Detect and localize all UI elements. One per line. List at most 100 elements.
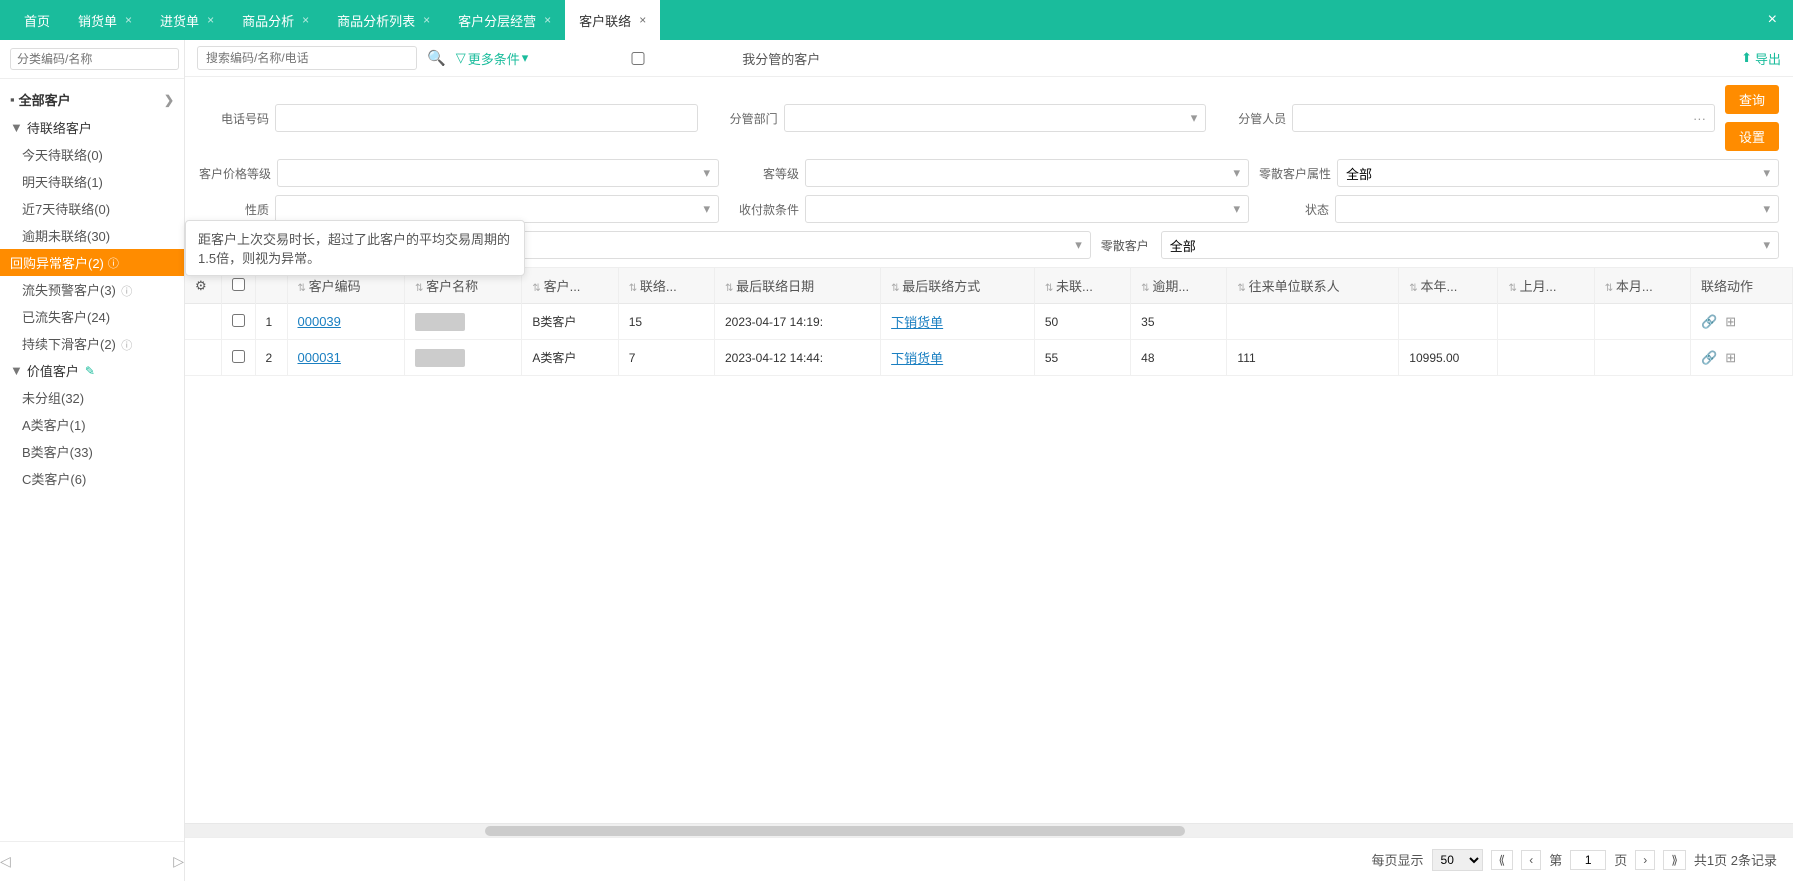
filter-icon: ▽ xyxy=(456,50,466,66)
more-action-icon-1[interactable]: ⊞ xyxy=(1725,314,1736,330)
nav-product-analysis[interactable]: 商品分析 × xyxy=(228,0,323,40)
page-prev-button[interactable]: ‹ xyxy=(1521,850,1541,870)
page-last-button[interactable]: ⟫ xyxy=(1663,850,1686,870)
person-select-arrow: ··· xyxy=(1693,111,1706,126)
sidebar-scroll-left[interactable]: ◁ xyxy=(0,853,11,870)
cell-checkbox-1[interactable] xyxy=(221,304,255,340)
sidebar-waiting-contact[interactable]: ▼ 待联络客户 xyxy=(0,114,184,141)
contact-icon-1[interactable]: 🔗 xyxy=(1701,314,1717,330)
sidebar-value-a[interactable]: A类客户(1) xyxy=(0,411,184,438)
cell-overdue-1: 35 xyxy=(1131,304,1227,340)
col-this-year[interactable]: ⇅ 本年... xyxy=(1399,268,1498,304)
sidebar-lost-warning[interactable]: 流失预警客户(3) ⓘ xyxy=(0,276,184,303)
row-checkbox-2[interactable] xyxy=(232,350,245,363)
col-last-month[interactable]: ⇅ 上月... xyxy=(1498,268,1594,304)
retail-customer-select[interactable]: 全部 ▾ xyxy=(1161,231,1779,259)
query-button[interactable]: 查询 xyxy=(1725,85,1779,114)
sidebar-all-customers[interactable]: ▪ 全部客户 ❯ xyxy=(0,85,184,114)
nav-sales-order-close[interactable]: × xyxy=(125,13,132,27)
retail-attr-arrow: ▾ xyxy=(1763,165,1770,181)
sidebar-repeat-purchase[interactable]: 回购异常客户(2) ⓘ xyxy=(0,249,184,276)
col-contact-person[interactable]: ⇅ 往来单位联系人 xyxy=(1227,268,1399,304)
col-this-month[interactable]: ⇅ 本月... xyxy=(1594,268,1690,304)
page-next-button[interactable]: › xyxy=(1635,850,1655,870)
page-first-button[interactable]: ⟪ xyxy=(1491,850,1514,870)
customer-type-select[interactable]: ▾ xyxy=(488,231,1090,259)
nav-home[interactable]: 首页 xyxy=(10,0,64,40)
col-contact-count[interactable]: ⇅ 联络... xyxy=(618,268,714,304)
filter-row-3: 性质 ▾ 收付款条件 ▾ 状态 ▾ xyxy=(199,195,1779,223)
person-select[interactable]: ··· xyxy=(1292,104,1715,132)
search-button[interactable]: 🔍 xyxy=(427,49,446,67)
payment-label: 收付款条件 xyxy=(729,201,799,218)
filter-cell-price-level: 客户价格等级 ▾ xyxy=(199,159,719,187)
nav-customer-contact[interactable]: 客户联络 × xyxy=(565,0,660,40)
nav-sales-order[interactable]: 销货单 × xyxy=(64,0,146,40)
nav-purchase-order-close[interactable]: × xyxy=(207,13,214,27)
my-customers-filter[interactable]: 我分管的客户 xyxy=(538,49,820,68)
settings-button[interactable]: 设置 xyxy=(1725,122,1779,151)
export-button[interactable]: ⬆ 导出 xyxy=(1741,49,1781,68)
nav-customer-contact-close[interactable]: × xyxy=(639,13,646,27)
cell-code-1[interactable]: 000039 xyxy=(287,304,404,340)
sidebar-value-customers[interactable]: ▼ 价值客户 ✎ xyxy=(0,357,184,384)
per-page-select[interactable]: 50 20 100 xyxy=(1432,849,1483,871)
sidebar-scroll-right[interactable]: ▷ xyxy=(173,853,184,870)
more-conditions-btn[interactable]: ▽ 更多条件 ▾ xyxy=(456,49,529,68)
col-last-contact-method[interactable]: ⇅ 最后联络方式 xyxy=(881,268,1035,304)
search-input[interactable] xyxy=(197,46,417,70)
retail-attr-select[interactable]: 全部 ▾ xyxy=(1337,159,1779,187)
nav-customer-segmentation[interactable]: 客户分层经营 × xyxy=(444,0,565,40)
sidebar-item-tomorrow[interactable]: 明天待联络(1) xyxy=(0,168,184,195)
contact-icon-2[interactable]: 🔗 xyxy=(1701,350,1717,366)
sidebar-item-today[interactable]: 今天待联络(0) xyxy=(0,141,184,168)
nav-product-analysis-list-close[interactable]: × xyxy=(423,13,430,27)
cell-last-method-2[interactable]: 下销货单 xyxy=(881,340,1035,376)
dept-label: 分管部门 xyxy=(708,110,778,127)
sidebar-item-7days[interactable]: 近7天待联络(0) xyxy=(0,195,184,222)
col-type[interactable]: ⇅ 客户... xyxy=(522,268,618,304)
nav-purchase-order[interactable]: 进货单 × xyxy=(146,0,228,40)
cell-checkbox-2[interactable] xyxy=(221,340,255,376)
cell-contact-count-2: 7 xyxy=(618,340,714,376)
sidebar-value-b[interactable]: B类客户(33) xyxy=(0,438,184,465)
sidebar-declining-customers[interactable]: 持续下滑客户(2) ⓘ xyxy=(0,330,184,357)
gender-select[interactable]: ▾ xyxy=(275,195,719,223)
select-all-checkbox[interactable] xyxy=(232,278,245,291)
nav-product-analysis-list[interactable]: 商品分析列表 × xyxy=(323,0,444,40)
dept-select[interactable]: ▾ xyxy=(784,104,1207,132)
person-label: 分管人员 xyxy=(1216,110,1286,127)
settings-icon: ⚙ xyxy=(195,278,207,293)
phone-input[interactable] xyxy=(275,104,698,132)
filter-cell-person: 分管人员 ··· xyxy=(1216,104,1715,132)
window-close-button[interactable]: × xyxy=(1768,11,1777,29)
my-customers-checkbox[interactable] xyxy=(538,52,738,65)
edit-icon[interactable]: ✎ xyxy=(85,364,95,378)
scroll-thumb[interactable] xyxy=(485,826,1185,836)
sidebar-value-c[interactable]: C类客户(6) xyxy=(0,465,184,492)
cell-last-method-1[interactable]: 下销货单 xyxy=(881,304,1035,340)
cell-action-2: 🔗 ⊞ xyxy=(1691,340,1793,376)
col-last-contact-date[interactable]: ⇅ 最后联络日期 xyxy=(714,268,880,304)
price-level-select[interactable]: ▾ xyxy=(277,159,719,187)
horizontal-scrollbar[interactable] xyxy=(185,823,1793,837)
nav-product-analysis-close[interactable]: × xyxy=(302,13,309,27)
info-icon-3: ⓘ xyxy=(121,340,132,352)
payment-select[interactable]: ▾ xyxy=(805,195,1249,223)
cell-action-1: 🔗 ⊞ xyxy=(1691,304,1793,340)
sidebar-value-ungrouped[interactable]: 未分组(32) xyxy=(0,384,184,411)
gender-arrow: ▾ xyxy=(703,201,710,217)
more-action-icon-2[interactable]: ⊞ xyxy=(1725,350,1736,366)
col-no-contact[interactable]: ⇅ 未联... xyxy=(1034,268,1130,304)
status-select[interactable]: ▾ xyxy=(1335,195,1779,223)
sidebar-item-overdue[interactable]: 逾期未联络(30) xyxy=(0,222,184,249)
row-checkbox-1[interactable] xyxy=(232,314,245,327)
sidebar-lost-customers[interactable]: 已流失客户(24) xyxy=(0,303,184,330)
nav-customer-segmentation-close[interactable]: × xyxy=(544,13,551,27)
customers-table: ⚙ ⇅ 客户编码 ⇅ 客户名称 xyxy=(185,268,1793,376)
col-overdue[interactable]: ⇅ 逾期... xyxy=(1131,268,1227,304)
page-input[interactable] xyxy=(1570,850,1606,870)
customer-level-select[interactable]: ▾ xyxy=(805,159,1249,187)
cell-code-2[interactable]: 000031 xyxy=(287,340,404,376)
sidebar-search-input[interactable] xyxy=(10,48,179,70)
